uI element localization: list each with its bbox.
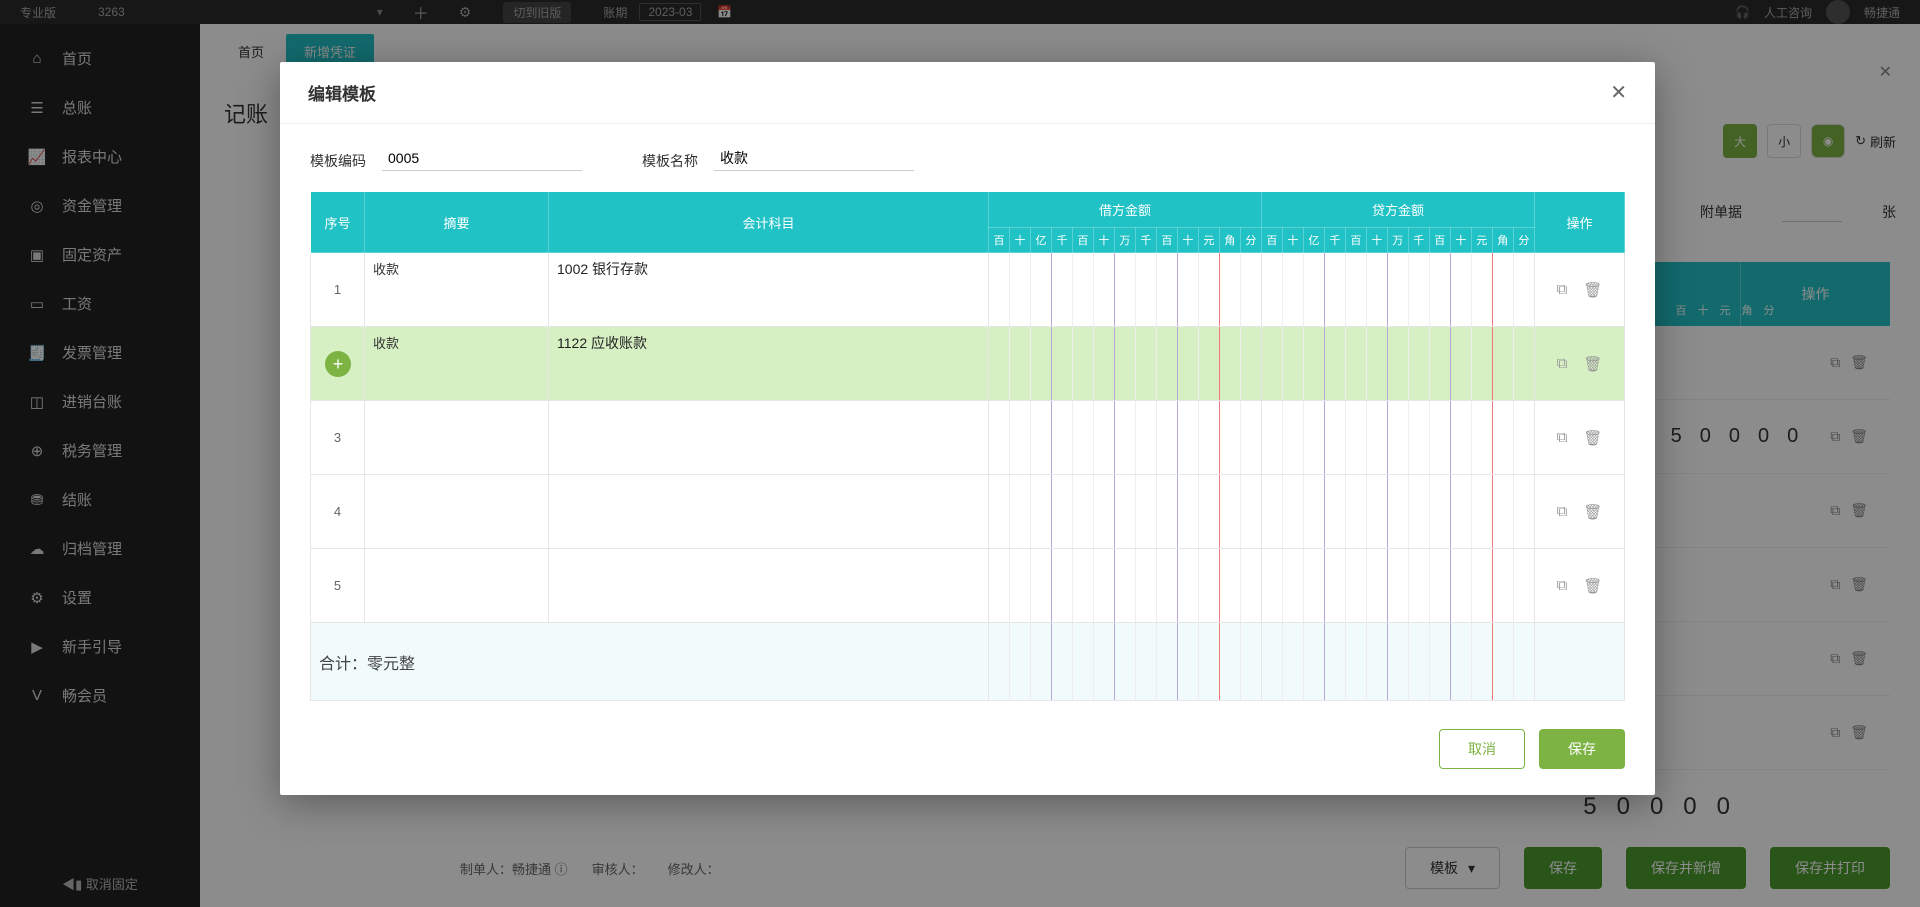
row-index: 3 — [311, 401, 365, 475]
template-name-input[interactable] — [714, 146, 914, 171]
digit-col-header: 十 — [1177, 228, 1198, 253]
th-seq: 序号 — [311, 192, 365, 253]
total-label: 合计：零元整 — [311, 623, 989, 701]
account-cell[interactable] — [549, 401, 989, 475]
delete-row-icon[interactable]: 🗑 — [1583, 429, 1602, 447]
account-cell[interactable]: 1122 应收账款 — [549, 327, 989, 401]
amount-cell[interactable] — [989, 401, 1262, 475]
digit-col-header: 千 — [1135, 228, 1156, 253]
digit-col-header: 角 — [1219, 228, 1240, 253]
amount-cell[interactable] — [1261, 401, 1534, 475]
summary-cell[interactable]: 收款 — [365, 327, 549, 401]
table-row[interactable]: 3⧉🗑 — [311, 401, 1625, 475]
total-row: 合计：零元整 — [311, 623, 1625, 701]
account-cell[interactable] — [549, 475, 989, 549]
template-name-label: 模板名称 — [642, 151, 698, 171]
copy-row-icon[interactable]: ⧉ — [1557, 355, 1568, 373]
digit-col-header: 万 — [1387, 228, 1408, 253]
modal-close-button[interactable]: ✕ — [1610, 80, 1627, 105]
digit-col-header: 百 — [1261, 228, 1282, 253]
row-ops: ⧉🗑 — [1535, 549, 1625, 623]
amount-cell[interactable] — [989, 327, 1262, 401]
digit-col-header: 十 — [1093, 228, 1114, 253]
amount-cell[interactable] — [989, 549, 1262, 623]
row-ops: ⧉🗑 — [1535, 327, 1625, 401]
modal-cancel-button[interactable]: 取消 — [1439, 729, 1525, 769]
digit-col-header: 十 — [1009, 228, 1030, 253]
digit-col-header: 元 — [1198, 228, 1219, 253]
digit-col-header: 百 — [1429, 228, 1450, 253]
row-ops: ⧉🗑 — [1535, 253, 1625, 327]
digit-col-header: 百 — [989, 228, 1010, 253]
digit-col-header: 百 — [1072, 228, 1093, 253]
modal-save-button[interactable]: 保存 — [1539, 729, 1625, 769]
summary-cell[interactable] — [365, 475, 549, 549]
digit-col-header: 千 — [1324, 228, 1345, 253]
template-code-label: 模板编码 — [310, 151, 366, 171]
th-debit: 借方金额 — [989, 192, 1262, 228]
digit-col-header: 百 — [1345, 228, 1366, 253]
copy-row-icon[interactable]: ⧉ — [1557, 429, 1568, 447]
digit-col-header: 元 — [1471, 228, 1492, 253]
table-row[interactable]: 5⧉🗑 — [311, 549, 1625, 623]
add-row-button[interactable]: + — [325, 351, 351, 377]
delete-row-icon[interactable]: 🗑 — [1583, 503, 1602, 521]
copy-row-icon[interactable]: ⧉ — [1557, 503, 1568, 521]
modal-title: 编辑模板 — [308, 80, 376, 105]
amount-cell[interactable] — [989, 253, 1262, 327]
amount-cell[interactable] — [1261, 549, 1534, 623]
digit-col-header: 千 — [1051, 228, 1072, 253]
edit-template-modal: 编辑模板 ✕ 模板编码 模板名称 序号 摘要 会计科目 借方金额 贷方金额 — [280, 62, 1655, 795]
table-row[interactable]: 4⧉🗑 — [311, 475, 1625, 549]
digit-col-header: 百 — [1156, 228, 1177, 253]
digit-col-header: 角 — [1492, 228, 1513, 253]
row-ops: ⧉🗑 — [1535, 401, 1625, 475]
digit-col-header: 十 — [1282, 228, 1303, 253]
th-account: 会计科目 — [549, 192, 989, 253]
template-table: 序号 摘要 会计科目 借方金额 贷方金额 操作 百十亿千百十万千百十元角分百十亿… — [310, 191, 1625, 701]
row-index: 1 — [311, 253, 365, 327]
summary-cell[interactable] — [365, 401, 549, 475]
digit-col-header: 十 — [1366, 228, 1387, 253]
account-cell[interactable]: 1002 银行存款 — [549, 253, 989, 327]
row-index: 4 — [311, 475, 365, 549]
copy-row-icon[interactable]: ⧉ — [1557, 281, 1568, 299]
amount-cell[interactable] — [1261, 475, 1534, 549]
summary-cell[interactable] — [365, 549, 549, 623]
th-ops: 操作 — [1535, 192, 1625, 253]
amount-cell[interactable] — [1261, 327, 1534, 401]
account-cell[interactable] — [549, 549, 989, 623]
summary-cell[interactable]: 收款 — [365, 253, 549, 327]
amount-cell[interactable] — [1261, 253, 1534, 327]
table-row[interactable]: 1收款1002 银行存款⧉🗑 — [311, 253, 1625, 327]
digit-col-header: 十 — [1450, 228, 1471, 253]
row-index: 5 — [311, 549, 365, 623]
th-summary: 摘要 — [365, 192, 549, 253]
amount-cell[interactable] — [989, 475, 1262, 549]
amount-cell[interactable] — [989, 623, 1262, 701]
digit-col-header: 亿 — [1303, 228, 1324, 253]
digit-col-header: 分 — [1240, 228, 1261, 253]
table-row[interactable]: +收款1122 应收账款⧉🗑 — [311, 327, 1625, 401]
row-ops: ⧉🗑 — [1535, 475, 1625, 549]
copy-row-icon[interactable]: ⧉ — [1557, 577, 1568, 595]
digit-col-header: 亿 — [1030, 228, 1051, 253]
row-index: + — [311, 327, 365, 401]
digit-col-header: 分 — [1513, 228, 1534, 253]
delete-row-icon[interactable]: 🗑 — [1583, 355, 1602, 373]
th-credit: 贷方金额 — [1261, 192, 1534, 228]
amount-cell[interactable] — [1261, 623, 1534, 701]
digit-col-header: 千 — [1408, 228, 1429, 253]
delete-row-icon[interactable]: 🗑 — [1583, 577, 1602, 595]
digit-col-header: 万 — [1114, 228, 1135, 253]
delete-row-icon[interactable]: 🗑 — [1583, 281, 1602, 299]
template-code-input[interactable] — [382, 146, 582, 171]
